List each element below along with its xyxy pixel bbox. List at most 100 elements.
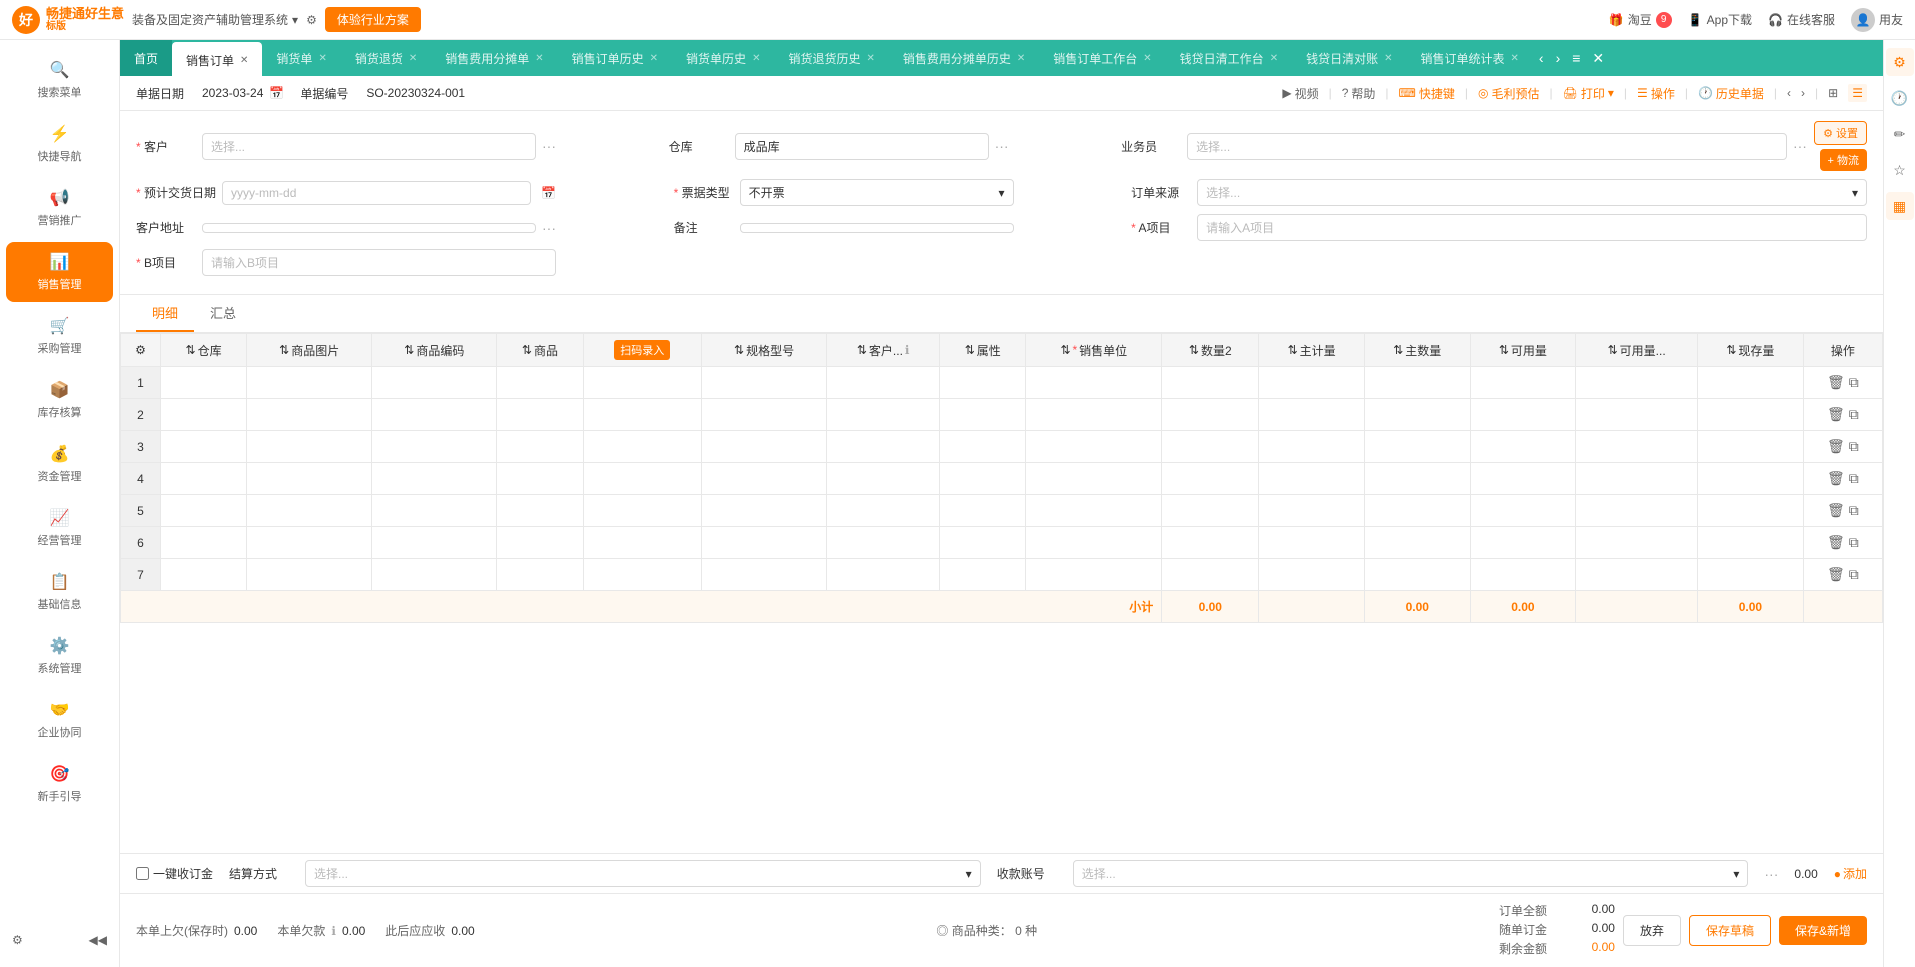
row-delete-btn[interactable]: 🗑 — [1827, 534, 1845, 551]
video-action[interactable]: ▶ 视频 — [1282, 85, 1318, 102]
row-delete-btn[interactable]: 🗑 — [1827, 406, 1845, 423]
save-new-btn[interactable]: 保存&新增 — [1779, 916, 1867, 945]
row-code-5[interactable] — [372, 495, 497, 527]
row-available2-7[interactable] — [1576, 559, 1698, 591]
row-current-stock-5[interactable] — [1698, 495, 1804, 527]
tab-menu-btn[interactable]: ≡ — [1566, 50, 1586, 66]
sidebar-item-enterprise[interactable]: 🤝 企业协同 — [6, 690, 113, 750]
row-image-4[interactable] — [247, 463, 372, 495]
row-delete-btn[interactable]: 🗑 — [1827, 566, 1845, 583]
row-image-2[interactable] — [247, 399, 372, 431]
row-customer-code-4[interactable] — [827, 463, 940, 495]
row-customer-code-6[interactable] — [827, 527, 940, 559]
row-warehouse-3[interactable] — [161, 431, 247, 463]
row-goods-1[interactable] — [497, 367, 583, 399]
col-customer-code-header[interactable]: ⇅客户...ℹ — [827, 334, 940, 367]
row-scan-7[interactable] — [583, 559, 702, 591]
customer-input[interactable]: 选择... — [202, 133, 536, 160]
row-copy-btn[interactable]: ⧉ — [1849, 534, 1859, 551]
row-available-6[interactable] — [1470, 527, 1576, 559]
settings-icon[interactable]: ⚙ — [306, 13, 317, 27]
row-warehouse-2[interactable] — [161, 399, 247, 431]
row-main-qty-3[interactable] — [1364, 431, 1470, 463]
col-current-stock-header[interactable]: ⇅现存量 — [1698, 334, 1804, 367]
row-main-qty-6[interactable] — [1364, 527, 1470, 559]
tab-close-icon[interactable]: ✕ — [650, 53, 658, 64]
row-code-6[interactable] — [372, 527, 497, 559]
salesperson-more-btn[interactable]: ··· — [1793, 138, 1807, 154]
tab-sales-fee[interactable]: 销售费用分摊单 ✕ — [431, 40, 557, 76]
customer-address-input[interactable] — [202, 223, 536, 233]
row-image-1[interactable] — [247, 367, 372, 399]
grid-view-icon[interactable]: ⊞ — [1828, 86, 1838, 100]
row-current-stock-3[interactable] — [1698, 431, 1804, 463]
row-main-qty-1[interactable] — [1364, 367, 1470, 399]
tab-home[interactable]: 首页 — [120, 40, 172, 76]
row-code-4[interactable] — [372, 463, 497, 495]
row-spec-1[interactable] — [702, 367, 827, 399]
row-current-stock-6[interactable] — [1698, 527, 1804, 559]
row-current-stock-1[interactable] — [1698, 367, 1804, 399]
tab-close-icon[interactable]: ✕ — [409, 53, 417, 64]
salesperson-input[interactable]: 选择... — [1187, 133, 1787, 160]
col-available-header[interactable]: ⇅可用量 — [1470, 334, 1576, 367]
tab-close-icon[interactable]: ✕ — [318, 53, 326, 64]
row-available2-5[interactable] — [1576, 495, 1698, 527]
quick-settle-checkbox[interactable] — [136, 867, 149, 880]
row-available-1[interactable] — [1470, 367, 1576, 399]
scan-input-btn[interactable]: 扫码录入 — [614, 340, 670, 360]
row-code-3[interactable] — [372, 431, 497, 463]
row-available-3[interactable] — [1470, 431, 1576, 463]
row-delete-btn[interactable]: 🗑 — [1827, 438, 1845, 455]
row-unit-7[interactable] — [1026, 559, 1162, 591]
row-spec-2[interactable] — [702, 399, 827, 431]
row-scan-3[interactable] — [583, 431, 702, 463]
row-customer-code-5[interactable] — [827, 495, 940, 527]
row-main-qty-2[interactable] — [1364, 399, 1470, 431]
tab-detail[interactable]: 明细 — [136, 295, 194, 332]
row-delete-btn[interactable]: 🗑 — [1827, 502, 1845, 519]
tab-order-workbench[interactable]: 销售订单工作台 ✕ — [1039, 40, 1165, 76]
tab-close-all-btn[interactable]: ✕ — [1586, 50, 1610, 67]
sidebar-item-operations[interactable]: 📈 经营管理 — [6, 498, 113, 558]
row-attr-6[interactable] — [940, 527, 1026, 559]
customer-more-btn[interactable]: ··· — [542, 138, 556, 154]
industry-btn[interactable]: 体验行业方案 — [325, 7, 421, 32]
operation-action[interactable]: ☰ 操作 — [1637, 85, 1675, 102]
history-action[interactable]: 🕐 历史单据 — [1698, 85, 1764, 102]
row-qty2-7[interactable] — [1162, 559, 1259, 591]
invoice-type-select[interactable]: 不开票 ▾ — [740, 179, 1014, 206]
row-spec-7[interactable] — [702, 559, 827, 591]
row-goods-7[interactable] — [497, 559, 583, 591]
receipt-no-select[interactable]: 选择... ▾ — [1073, 860, 1749, 887]
row-unit-4[interactable] — [1026, 463, 1162, 495]
row-current-stock-7[interactable] — [1698, 559, 1804, 591]
right-star-icon[interactable]: ☆ — [1886, 156, 1914, 184]
col-unit-header[interactable]: ⇅*销售单位 — [1026, 334, 1162, 367]
col-spec-header[interactable]: ⇅规格型号 — [702, 334, 827, 367]
row-delete-btn[interactable]: 🗑 — [1827, 470, 1845, 487]
row-main-unit-2[interactable] — [1259, 399, 1365, 431]
row-main-unit-5[interactable] — [1259, 495, 1365, 527]
row-unit-5[interactable] — [1026, 495, 1162, 527]
row-warehouse-5[interactable] — [161, 495, 247, 527]
row-warehouse-6[interactable] — [161, 527, 247, 559]
row-attr-4[interactable] — [940, 463, 1026, 495]
help-action[interactable]: ? 帮助 — [1342, 85, 1376, 102]
row-attr-1[interactable] — [940, 367, 1026, 399]
row-spec-3[interactable] — [702, 431, 827, 463]
address-more-btn[interactable]: ··· — [542, 220, 556, 236]
row-main-qty-5[interactable] — [1364, 495, 1470, 527]
app-title-dropdown[interactable]: 装备及固定资产辅助管理系统 ▾ — [132, 11, 298, 28]
row-code-7[interactable] — [372, 559, 497, 591]
row-main-qty-4[interactable] — [1364, 463, 1470, 495]
row-main-unit-7[interactable] — [1259, 559, 1365, 591]
row-goods-5[interactable] — [497, 495, 583, 527]
row-copy-btn[interactable]: ⧉ — [1849, 502, 1859, 519]
row-available-5[interactable] — [1470, 495, 1576, 527]
tab-close-icon[interactable]: ✕ — [1017, 53, 1025, 64]
col-code-header[interactable]: ⇅商品编码 — [372, 334, 497, 367]
row-unit-1[interactable] — [1026, 367, 1162, 399]
sidebar-item-finance[interactable]: 💰 资金管理 — [6, 434, 113, 494]
row-goods-2[interactable] — [497, 399, 583, 431]
